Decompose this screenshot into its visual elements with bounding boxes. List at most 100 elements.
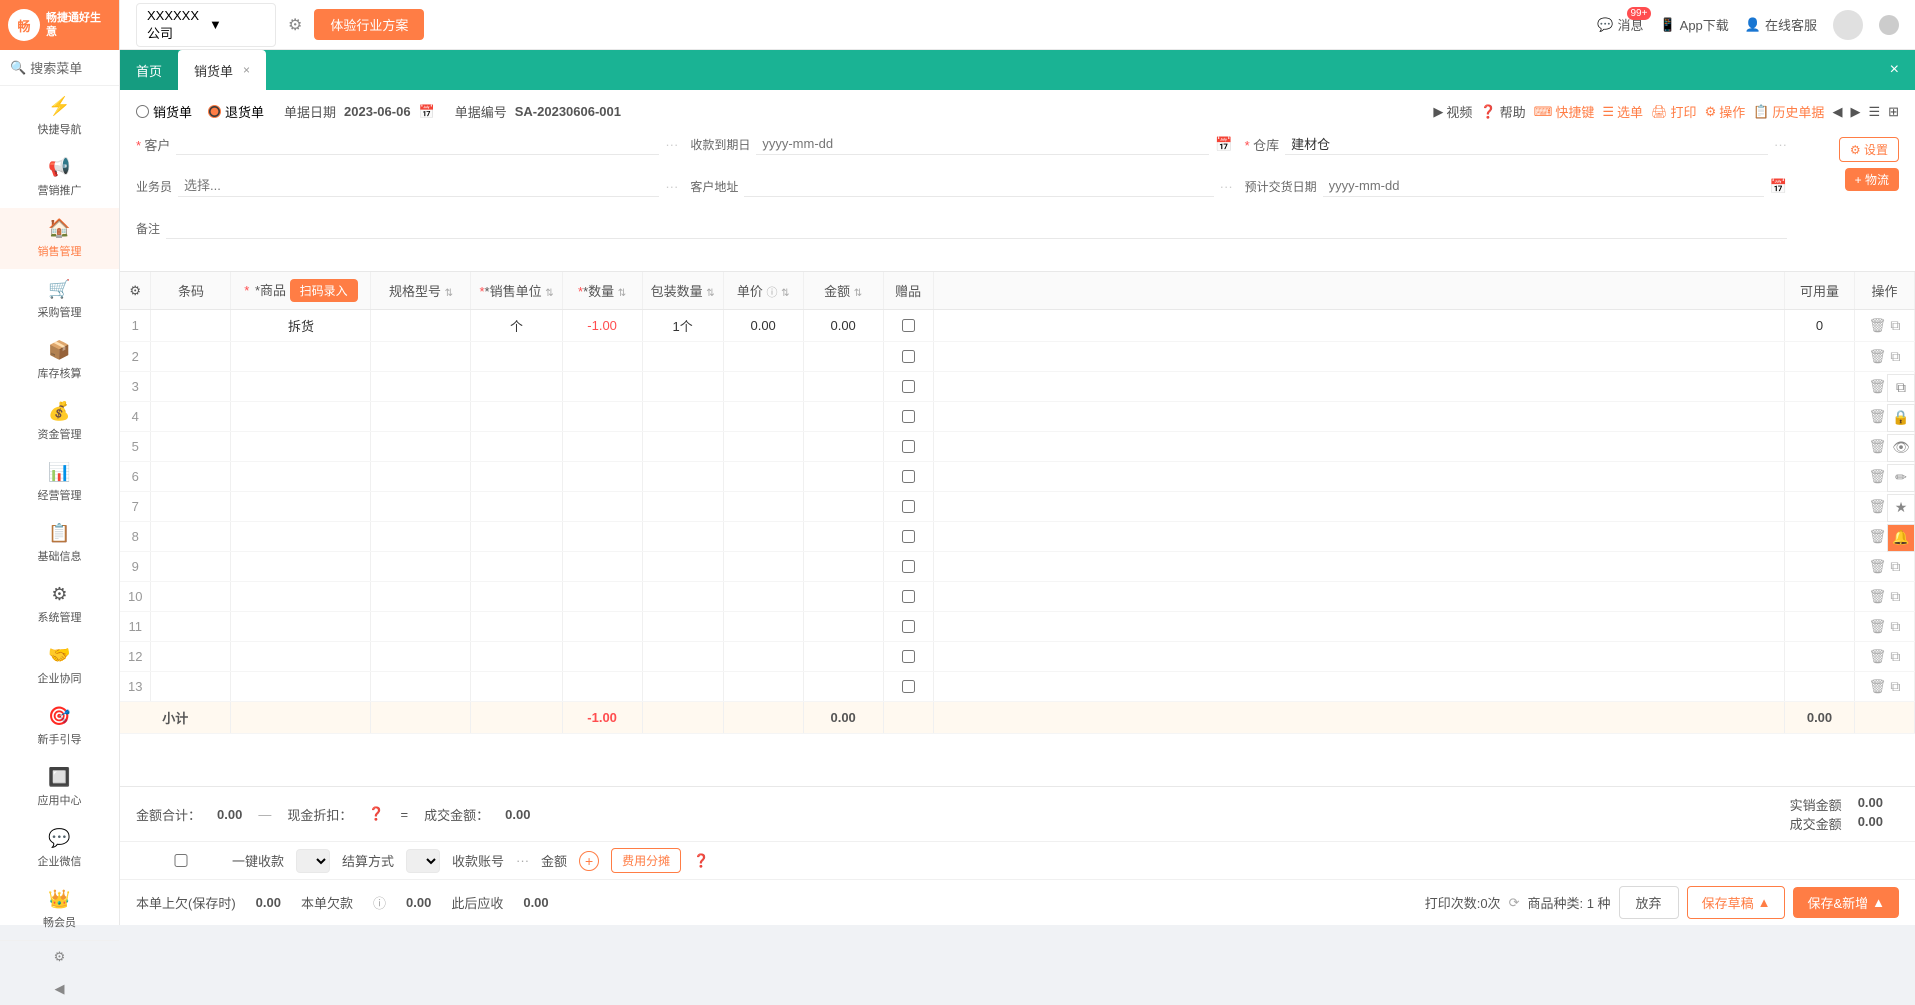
- trial-button[interactable]: 体验行业方案: [314, 9, 424, 40]
- cell-gift-8[interactable]: [883, 552, 933, 582]
- topbar-gear-icon[interactable]: ⚙: [288, 15, 302, 35]
- due-date-calendar-icon[interactable]: 📅: [1215, 136, 1232, 153]
- cell-amount-8[interactable]: [803, 552, 883, 582]
- settings-button[interactable]: ⚙ 设置: [1839, 137, 1899, 162]
- delete-icon-10[interactable]: 🗑: [1869, 618, 1887, 635]
- cell-price-5[interactable]: [723, 462, 803, 492]
- cell-qty-10[interactable]: [562, 612, 642, 642]
- cell-gift-1[interactable]: [883, 342, 933, 372]
- cell-packqty-11[interactable]: [642, 642, 723, 672]
- cell-spec-7[interactable]: [371, 522, 471, 552]
- barcode-input-9[interactable]: [161, 589, 221, 604]
- sidebar-item-marketing[interactable]: 📢营销推广: [0, 147, 119, 208]
- cell-spec-2[interactable]: [371, 372, 471, 402]
- cell-gift-5[interactable]: [883, 462, 933, 492]
- save-new-button[interactable]: 保存&新增 ▲: [1793, 887, 1899, 918]
- gift-checkbox-6[interactable]: [902, 500, 915, 513]
- cell-unit-11[interactable]: [471, 642, 562, 672]
- cell-amount-1[interactable]: [803, 342, 883, 372]
- warehouse-input[interactable]: [1285, 133, 1768, 155]
- cell-product-0[interactable]: 拆货: [231, 310, 371, 342]
- cell-amount-11[interactable]: [803, 642, 883, 672]
- gift-checkbox-3[interactable]: [902, 410, 915, 423]
- cell-price-1[interactable]: [723, 342, 803, 372]
- cell-barcode-8[interactable]: [151, 552, 231, 582]
- delete-icon-1[interactable]: 🗑: [1869, 348, 1887, 365]
- sidebar-item-basic[interactable]: 📋基础信息: [0, 513, 119, 574]
- cell-spec-11[interactable]: [371, 642, 471, 672]
- barcode-input-3[interactable]: [161, 409, 221, 424]
- app-download-button[interactable]: 📱 App下载: [1659, 15, 1728, 34]
- cell-amount-6[interactable]: [803, 492, 883, 522]
- cell-gift-2[interactable]: [883, 372, 933, 402]
- delete-icon-4[interactable]: 🗑: [1869, 438, 1887, 455]
- company-selector[interactable]: XXXXXX公司 ▼: [136, 3, 276, 47]
- sidebar-item-guide[interactable]: 🎯新手引导: [0, 696, 119, 757]
- action-history[interactable]: 📋 历史单据: [1753, 102, 1824, 121]
- cell-amount-10[interactable]: [803, 612, 883, 642]
- gift-checkbox-11[interactable]: [902, 650, 915, 663]
- cell-barcode-5[interactable]: [151, 462, 231, 492]
- cell-gift-6[interactable]: [883, 492, 933, 522]
- cell-price-11[interactable]: [723, 642, 803, 672]
- cell-qty-0[interactable]: -1.00: [562, 310, 642, 342]
- cell-unit-9[interactable]: [471, 582, 562, 612]
- right-float-star[interactable]: ★: [1887, 494, 1915, 522]
- cell-spec-1[interactable]: [371, 342, 471, 372]
- sidebar-item-purchase[interactable]: 🛒采购管理: [0, 269, 119, 330]
- cell-product-11[interactable]: [231, 642, 371, 672]
- salesperson-input[interactable]: [178, 175, 659, 197]
- cell-amount-0[interactable]: 0.00: [803, 310, 883, 342]
- delete-icon-0[interactable]: 🗑: [1869, 317, 1887, 334]
- cell-unit-3[interactable]: [471, 402, 562, 432]
- cell-qty-7[interactable]: [562, 522, 642, 552]
- cell-price-4[interactable]: [723, 432, 803, 462]
- cell-qty-5[interactable]: [562, 462, 642, 492]
- sidebar-search[interactable]: 🔍 搜索菜单: [0, 50, 119, 86]
- warehouse-dots[interactable]: ···: [1774, 137, 1787, 152]
- gift-checkbox-12[interactable]: [902, 680, 915, 693]
- right-float-copy[interactable]: ⧉: [1887, 374, 1915, 402]
- delete-icon-5[interactable]: 🗑: [1869, 468, 1887, 485]
- cell-packqty-5[interactable]: [642, 462, 723, 492]
- cell-gift-0[interactable]: [883, 310, 933, 342]
- cell-unit-7[interactable]: [471, 522, 562, 552]
- cell-qty-9[interactable]: [562, 582, 642, 612]
- cell-gift-9[interactable]: [883, 582, 933, 612]
- gift-checkbox-7[interactable]: [902, 530, 915, 543]
- cell-price-0[interactable]: 0.00: [723, 310, 803, 342]
- action-video[interactable]: ▶ 视频: [1433, 102, 1472, 121]
- action-select[interactable]: ☰ 选单: [1602, 102, 1643, 121]
- one-click-payment-checkbox[interactable]: [136, 854, 226, 867]
- cell-product-2[interactable]: [231, 372, 371, 402]
- cell-unit-5[interactable]: [471, 462, 562, 492]
- sidebar-item-business[interactable]: 📊经营管理: [0, 452, 119, 513]
- sidebar-item-apps[interactable]: 🔲应用中心: [0, 757, 119, 818]
- cell-price-2[interactable]: [723, 372, 803, 402]
- cell-spec-12[interactable]: [371, 672, 471, 702]
- right-float-lock[interactable]: 🔒: [1887, 404, 1915, 432]
- cell-unit-1[interactable]: [471, 342, 562, 372]
- cell-unit-10[interactable]: [471, 612, 562, 642]
- cell-barcode-1[interactable]: [151, 342, 231, 372]
- payment-account-select[interactable]: [406, 849, 440, 873]
- cell-price-6[interactable]: [723, 492, 803, 522]
- cell-price-9[interactable]: [723, 582, 803, 612]
- gift-checkbox-4[interactable]: [902, 440, 915, 453]
- messages-button[interactable]: 💬 消息 99+: [1597, 15, 1643, 34]
- cell-price-7[interactable]: [723, 522, 803, 552]
- cell-amount-9[interactable]: [803, 582, 883, 612]
- cell-spec-5[interactable]: [371, 462, 471, 492]
- add-payment-button[interactable]: +: [579, 851, 599, 871]
- gift-checkbox-8[interactable]: [902, 560, 915, 573]
- barcode-input-11[interactable]: [161, 649, 221, 664]
- delete-icon-11[interactable]: 🗑: [1869, 648, 1887, 665]
- cell-barcode-12[interactable]: [151, 672, 231, 702]
- radio-sale-input[interactable]: [136, 105, 149, 118]
- delete-icon-6[interactable]: 🗑: [1869, 498, 1887, 515]
- cell-qty-1[interactable]: [562, 342, 642, 372]
- cell-barcode-6[interactable]: [151, 492, 231, 522]
- discard-button[interactable]: 放弃: [1619, 886, 1679, 919]
- user-avatar-small[interactable]: [1879, 15, 1899, 35]
- copy-icon-10[interactable]: ⧉: [1890, 618, 1900, 635]
